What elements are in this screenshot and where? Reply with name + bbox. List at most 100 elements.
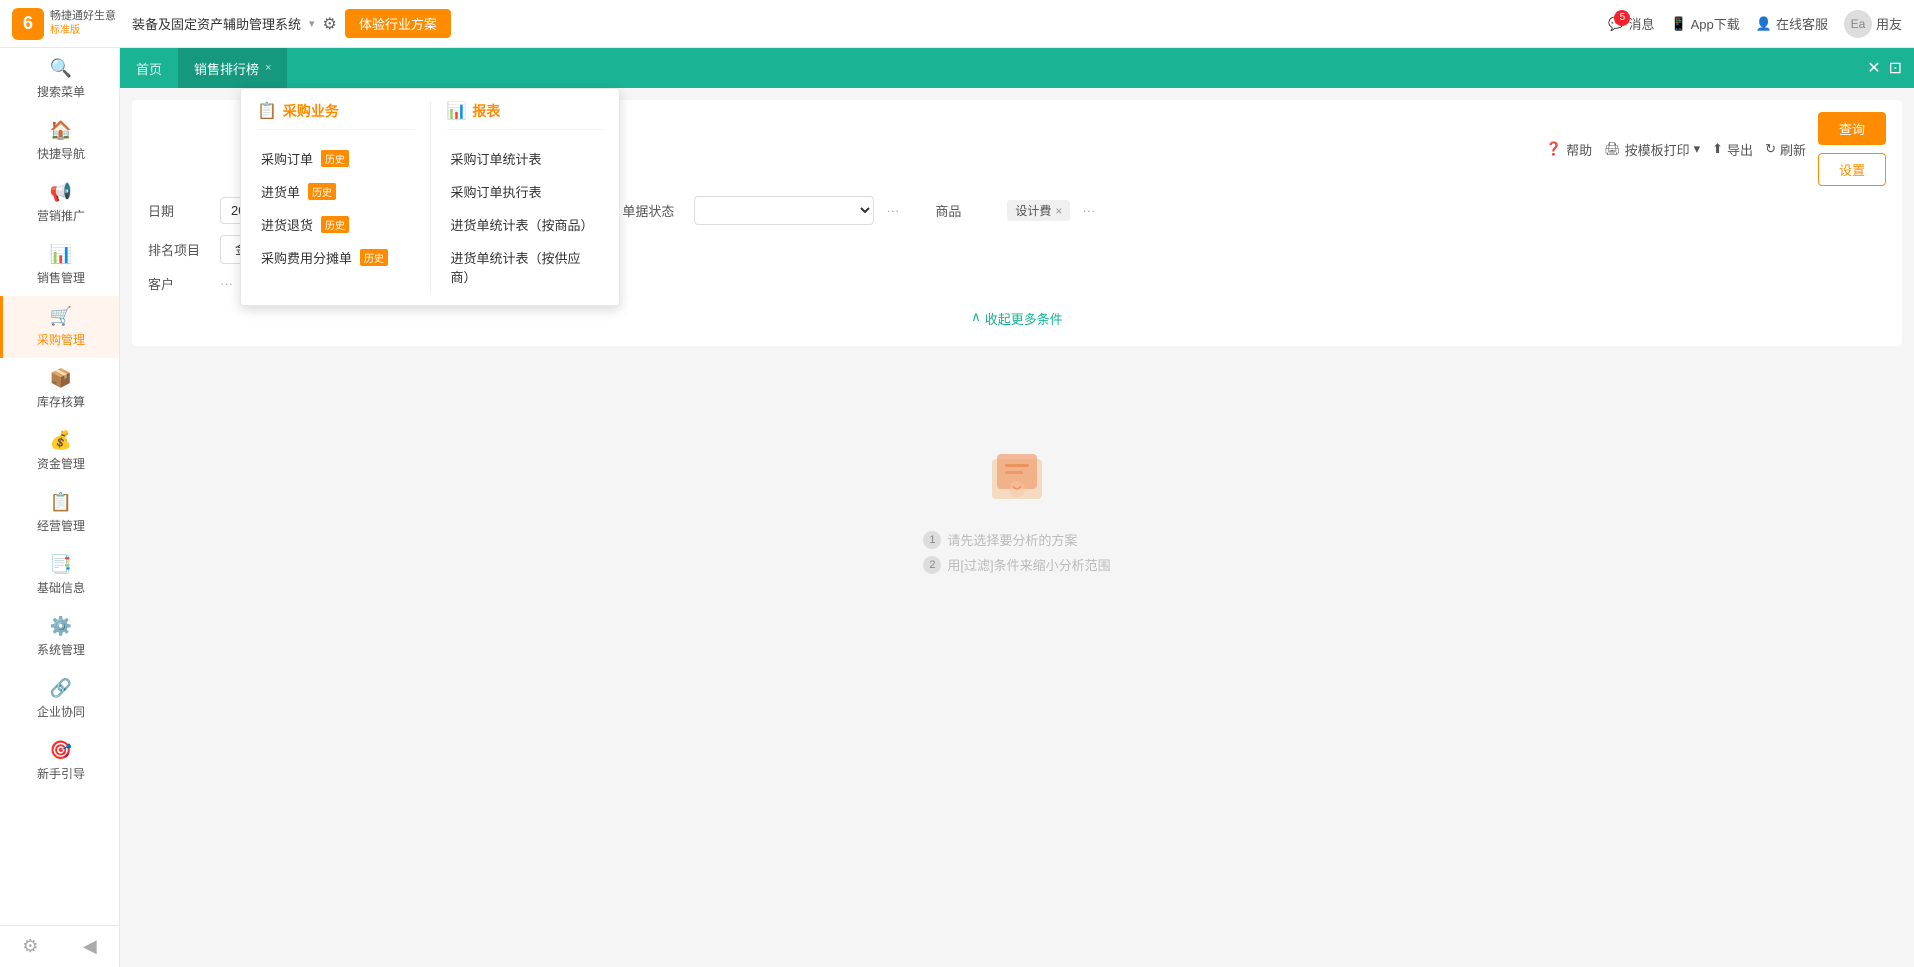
sidebar-item-marketing[interactable]: 📢 营销推广 xyxy=(0,172,119,234)
nav-center: 装备及固定资产辅助管理系统 ▾ ⚙ 体验行业方案 xyxy=(132,9,1608,38)
purchase-icon: 🛒 xyxy=(50,306,72,327)
purchase-order-history-badge: 历史 xyxy=(321,150,349,167)
finance-icon: 💰 xyxy=(50,430,72,451)
return-goods-item[interactable]: 进货退货 历史 xyxy=(257,208,414,241)
goods-tag: 设计費 × xyxy=(1007,200,1070,221)
collapse-row[interactable]: ∧ 收起更多条件 xyxy=(148,303,1886,334)
logo-area: 6 畅捷通好生意 标准版 xyxy=(12,8,132,40)
refresh-btn[interactable]: ↻ 刷新 xyxy=(1765,140,1806,159)
collab-icon: 🔗 xyxy=(50,678,72,699)
empty-state-icon xyxy=(977,434,1057,514)
top-navbar: 6 畅捷通好生意 标准版 装备及固定资产辅助管理系统 ▾ ⚙ 体验行业方案 💬 … xyxy=(0,0,1914,48)
inbound-stat-supplier-item[interactable]: 进货单统计表（按供应商） xyxy=(447,241,604,293)
purchase-dropdown-overlay: 📋 采购业务 采购订单 历史 进货单 历史 进货退货 历史 xyxy=(240,88,620,306)
purchase-business-col: 📋 采购业务 采购订单 历史 进货单 历史 进货退货 历史 xyxy=(241,101,430,293)
search-icon: 🔍 xyxy=(50,58,72,79)
goods-label: 商品 xyxy=(935,201,995,220)
sidebar-collapse-icon[interactable]: ◀ xyxy=(83,936,97,957)
toolbar-right: ❓ 帮助 🖨 按模板打印 ▾ ⬆ 导出 ↻ xyxy=(1546,140,1806,159)
marketing-icon: 📢 xyxy=(50,182,72,203)
message-count-badge: 5 xyxy=(1614,10,1630,26)
inbound-stat-goods-item[interactable]: 进货单统计表（按商品） xyxy=(447,208,604,241)
rank-label: 排名项目 xyxy=(148,240,208,259)
bill-status-more[interactable]: ··· xyxy=(886,203,899,218)
avatar: Ea xyxy=(1844,10,1872,38)
report-icon: 📊 xyxy=(447,101,467,121)
export-btn[interactable]: ⬆ 导出 xyxy=(1712,140,1753,159)
guide-icon: 🎯 xyxy=(50,740,72,761)
sidebar-item-basic-info[interactable]: 📑 基础信息 xyxy=(0,544,119,606)
sidebar-item-system[interactable]: ⚙️ 系统管理 xyxy=(0,606,119,668)
messages-btn[interactable]: 💬 5 消息 xyxy=(1608,14,1654,33)
sidebar-item-sales[interactable]: 📊 销售管理 xyxy=(0,234,119,296)
logo-text: 畅捷通好生意 标准版 xyxy=(50,9,116,38)
sidebar-item-inventory[interactable]: 📦 库存核算 xyxy=(0,358,119,420)
inventory-icon: 📦 xyxy=(50,368,72,389)
system-title[interactable]: 装备及固定资产辅助管理系统 xyxy=(132,14,301,33)
nav-right: 💬 5 消息 📱 App下载 👤 在线客服 Ea 用友 xyxy=(1608,10,1902,38)
sidebar-item-search[interactable]: 🔍 搜索菜单 xyxy=(0,48,119,110)
system-dropdown-icon[interactable]: ▾ xyxy=(309,17,315,30)
sidebar-item-quick-nav[interactable]: 🏠 快捷导航 xyxy=(0,110,119,172)
collapse-label: 收起更多条件 xyxy=(985,309,1063,328)
tab-right-icons: ✕ ⊡ xyxy=(1867,58,1914,78)
help-btn[interactable]: ❓ 帮助 xyxy=(1546,140,1592,159)
sidebar-item-collab[interactable]: 🔗 企业协同 xyxy=(0,668,119,730)
main-layout: 🔍 搜索菜单 🏠 快捷导航 📢 营销推广 📊 销售管理 🛒 采购管理 📦 库存核… xyxy=(0,48,1914,967)
basic-info-icon: 📑 xyxy=(50,554,72,575)
purchase-order-stat-item[interactable]: 采购订单统计表 xyxy=(447,142,604,175)
app-download-btn[interactable]: 📱 App下载 xyxy=(1670,14,1739,33)
logo-icon: 6 xyxy=(12,8,44,40)
sidebar-item-purchase[interactable]: 🛒 采购管理 xyxy=(0,296,119,358)
sidebar-settings-icon[interactable]: ⚙ xyxy=(22,936,38,957)
system-icon: ⚙️ xyxy=(50,616,72,637)
sidebar-item-guide[interactable]: 🎯 新手引导 xyxy=(0,730,119,792)
settings-btn[interactable]: 设置 xyxy=(1818,153,1886,186)
tip-num-2: 2 xyxy=(923,556,941,574)
return-goods-history-badge: 历史 xyxy=(321,216,349,233)
purchase-order-item[interactable]: 采购订单 历史 xyxy=(257,142,414,175)
tab-home[interactable]: 首页 xyxy=(120,48,178,88)
sidebar-item-operation[interactable]: 📋 经营管理 xyxy=(0,482,119,544)
tip-num-1: 1 xyxy=(923,531,941,549)
goods-more[interactable]: ··· xyxy=(1082,203,1095,218)
tab-close-window-icon[interactable]: ✕ xyxy=(1867,58,1880,78)
empty-tip-1: 1 请先选择要分析的方案 xyxy=(923,530,1110,549)
content-area: 首页 销售排行榜 × ✕ ⊡ ❓ 帮助 xyxy=(120,48,1914,967)
purchase-report-col: 📊 报表 采购订单统计表 采购订单执行表 进货单统计表（按商品） 进货单统计表（… xyxy=(430,101,620,293)
sidebar: 🔍 搜索菜单 🏠 快捷导航 📢 营销推广 📊 销售管理 🛒 采购管理 📦 库存核… xyxy=(0,48,120,967)
inbound-bill-item[interactable]: 进货单 历史 xyxy=(257,175,414,208)
empty-state: 1 请先选择要分析的方案 2 用[过滤]条件来缩小分析范围 xyxy=(132,354,1902,654)
industry-btn[interactable]: 体验行业方案 xyxy=(345,9,451,38)
tab-close-icon[interactable]: × xyxy=(265,62,271,74)
purchase-dropdown-menu: 📋 采购业务 采购订单 历史 进货单 历史 进货退货 历史 xyxy=(240,88,620,306)
bill-status-select[interactable] xyxy=(694,196,874,225)
purchase-business-header: 📋 采购业务 xyxy=(257,101,414,130)
purchase-order-exec-item[interactable]: 采购订单执行表 xyxy=(447,175,604,208)
tab-maximize-icon[interactable]: ⊡ xyxy=(1889,58,1902,78)
query-btn[interactable]: 查询 xyxy=(1818,112,1886,145)
customer-label: 客户 xyxy=(148,274,208,293)
goods-tag-close[interactable]: × xyxy=(1055,204,1062,218)
operation-icon: 📋 xyxy=(50,492,72,513)
print-btn[interactable]: 🖨 按模板打印 ▾ xyxy=(1604,140,1700,159)
empty-tips: 1 请先选择要分析的方案 2 用[过滤]条件来缩小分析范围 xyxy=(923,530,1110,574)
sales-icon: 📊 xyxy=(50,244,72,265)
purchase-expense-history-badge: 历史 xyxy=(360,249,388,266)
bill-status-label: 单据状态 xyxy=(622,201,682,220)
tab-sales-rank[interactable]: 销售排行榜 × xyxy=(178,48,287,88)
date-label: 日期 xyxy=(148,201,208,220)
messages-badge-wrap: 💬 5 xyxy=(1608,16,1624,32)
mobile-icon: 📱 xyxy=(1670,16,1686,32)
purchase-expense-item[interactable]: 采购费用分摊单 历史 xyxy=(257,241,414,274)
help-icon: ❓ xyxy=(1546,141,1562,157)
online-service-btn[interactable]: 👤 在线客服 xyxy=(1756,14,1828,33)
sidebar-item-finance[interactable]: 💰 资金管理 xyxy=(0,420,119,482)
tab-bar: 首页 销售排行榜 × ✕ ⊡ xyxy=(120,48,1914,88)
user-btn[interactable]: Ea 用友 xyxy=(1844,10,1902,38)
empty-tip-2: 2 用[过滤]条件来缩小分析范围 xyxy=(923,555,1110,574)
print-dropdown-icon[interactable]: ▾ xyxy=(1694,141,1701,157)
customer-more[interactable]: ··· xyxy=(220,276,233,291)
sidebar-bottom: ⚙ ◀ xyxy=(0,925,119,967)
system-settings-icon[interactable]: ⚙ xyxy=(323,14,337,34)
